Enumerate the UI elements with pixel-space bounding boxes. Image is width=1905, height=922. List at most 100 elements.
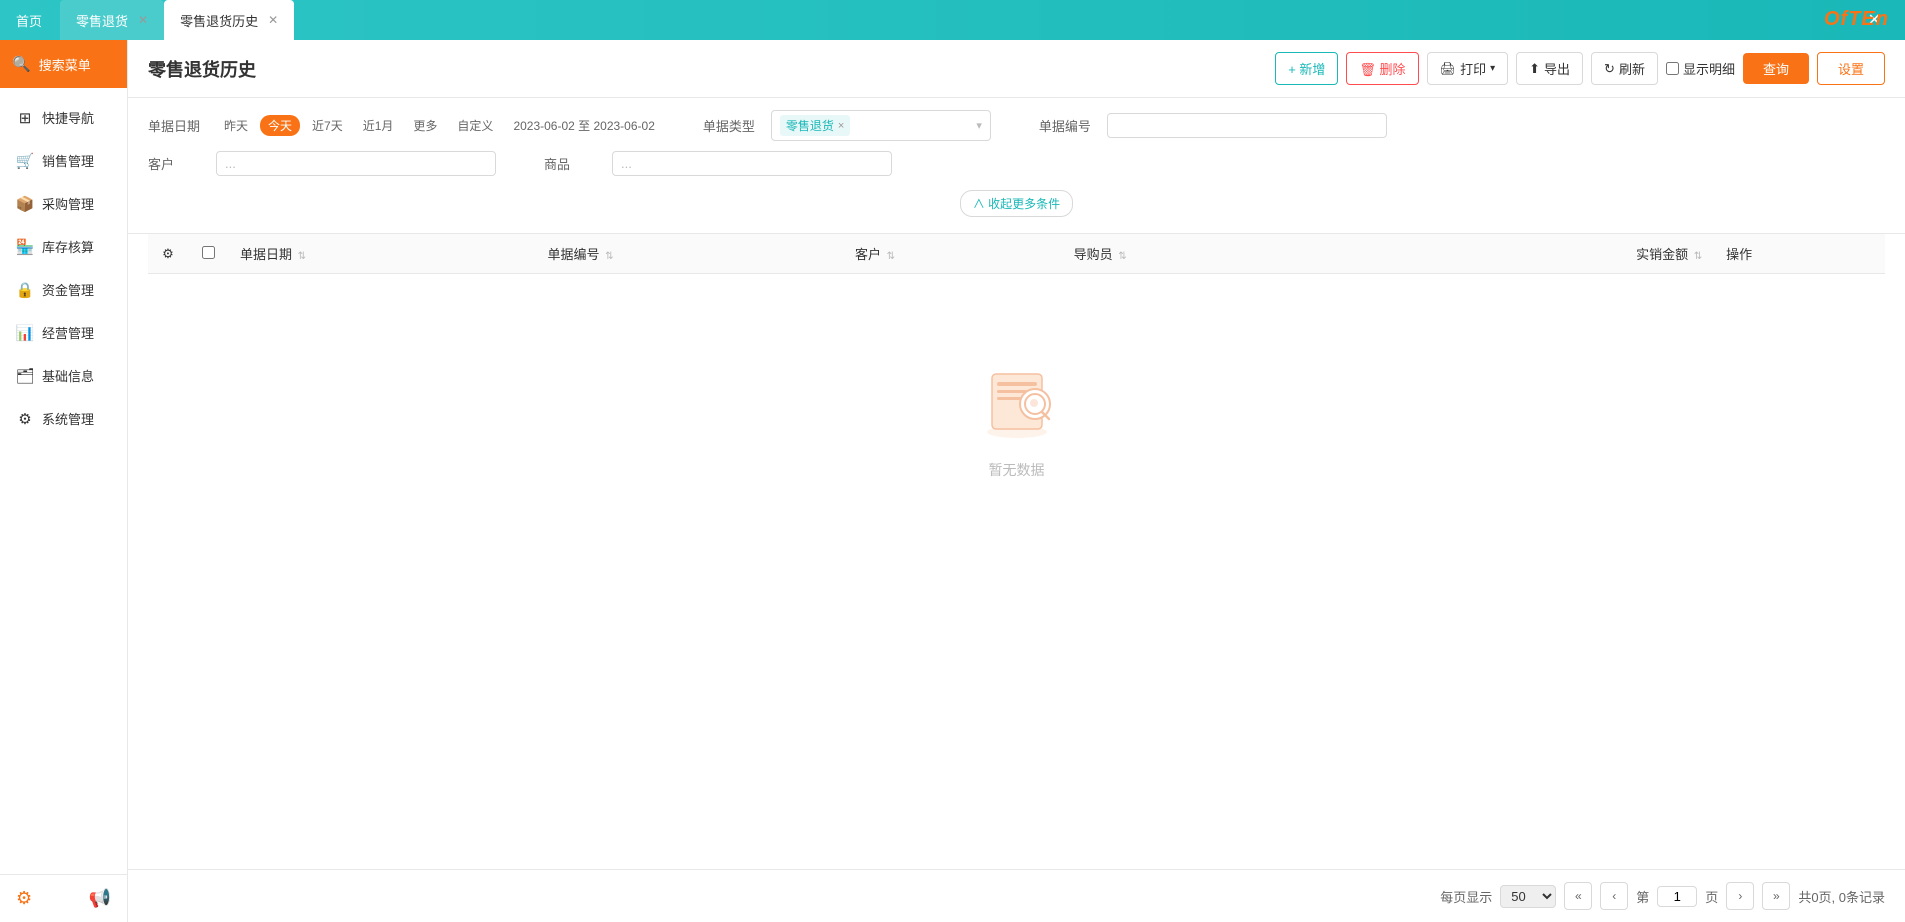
sidebar: 🔍 搜索菜单 ⊞ 快捷导航 🛒 销售管理 📦 采购管理 🏪 库存核算 🔒 bbox=[0, 40, 128, 922]
sidebar-item-inventory[interactable]: 🏪 库存核算 bbox=[0, 225, 127, 268]
th-date: 单据日期 ⇅ bbox=[228, 234, 535, 274]
sidebar-search[interactable]: 🔍 搜索菜单 bbox=[0, 40, 127, 88]
th-settings[interactable]: ⚙ bbox=[148, 234, 188, 274]
th-date-label: 单据日期 bbox=[240, 247, 292, 262]
tab-retail-return-history-close[interactable]: ✕ bbox=[268, 13, 278, 27]
search-icon: 🔍 bbox=[12, 55, 31, 73]
page-number-input[interactable] bbox=[1657, 886, 1697, 907]
data-table: ⚙ 单据日期 ⇅ 单据编号 ⇅ bbox=[148, 234, 1885, 274]
sidebar-nav: ⊞ 快捷导航 🛒 销售管理 📦 采购管理 🏪 库存核算 🔒 资金管理 📊 bbox=[0, 88, 127, 874]
print-chevron-icon: ▾ bbox=[1490, 63, 1495, 74]
page-size-select[interactable]: 50 10 20 100 bbox=[1500, 885, 1556, 908]
last-page-button[interactable]: » bbox=[1762, 882, 1790, 910]
date-filter-label: 单据日期 bbox=[148, 116, 208, 135]
sidebar-item-ops-mgmt[interactable]: 📊 经营管理 bbox=[0, 311, 127, 354]
sidebar-item-basic-info[interactable]: 🗂 基础信息 bbox=[0, 354, 127, 397]
sidebar-item-sales-label: 销售管理 bbox=[42, 151, 94, 170]
sidebar-item-sys-mgmt[interactable]: ⚙ 系统管理 bbox=[0, 397, 127, 440]
tab-retail-return-history[interactable]: 零售退货历史 ✕ bbox=[164, 0, 294, 40]
tab-retail-return-label: 零售退货 bbox=[76, 11, 128, 30]
th-amount: 实销金额 ⇅ bbox=[1407, 234, 1714, 274]
query-button[interactable]: 查询 bbox=[1743, 53, 1809, 84]
number-filter-label: 单据编号 bbox=[1039, 116, 1099, 135]
customer-filter-input[interactable]: ... bbox=[216, 151, 496, 176]
sidebar-search-label: 搜索菜单 bbox=[39, 55, 91, 74]
tab-retail-return-history-label: 零售退货历史 bbox=[180, 11, 258, 30]
th-checkbox[interactable] bbox=[188, 234, 228, 274]
sidebar-item-fund-mgmt[interactable]: 🔒 资金管理 bbox=[0, 268, 127, 311]
settings-button[interactable]: 设置 bbox=[1817, 52, 1885, 85]
number-filter-input[interactable] bbox=[1107, 113, 1387, 138]
tab-retail-return[interactable]: 零售退货 ✕ bbox=[60, 0, 164, 40]
new-button[interactable]: + 新增 bbox=[1275, 52, 1338, 85]
main-layout: 🔍 搜索菜单 ⊞ 快捷导航 🛒 销售管理 📦 采购管理 🏪 库存核算 🔒 bbox=[0, 40, 1905, 922]
date-shortcut-today[interactable]: 今天 bbox=[260, 115, 300, 136]
print-button[interactable]: 🖨 打印 ▾ bbox=[1427, 52, 1509, 85]
th-number-sort-icon[interactable]: ⇅ bbox=[605, 251, 613, 262]
th-spacer bbox=[1325, 234, 1407, 274]
filter-row-customer: 客户 ... 商品 ... bbox=[148, 151, 1885, 176]
refresh-button[interactable]: ↻ 刷新 bbox=[1591, 52, 1658, 85]
table-area: ⚙ 单据日期 ⇅ 单据编号 ⇅ bbox=[128, 234, 1905, 869]
type-select-chevron-icon: ▾ bbox=[976, 119, 982, 132]
sidebar-item-quick-nav[interactable]: ⊞ 快捷导航 bbox=[0, 96, 127, 139]
customer-filter-label: 客户 bbox=[148, 154, 208, 173]
sales-icon: 🛒 bbox=[16, 152, 34, 170]
date-shortcut-yesterday[interactable]: 昨天 bbox=[216, 115, 256, 136]
next-page-button[interactable]: › bbox=[1726, 882, 1754, 910]
export-icon: ⬆ bbox=[1529, 61, 1540, 77]
speaker-icon[interactable]: 📢 bbox=[89, 888, 111, 909]
select-all-checkbox[interactable] bbox=[202, 246, 215, 259]
tab-home[interactable]: 首页 bbox=[0, 0, 58, 40]
date-shortcut-1month[interactable]: 近1月 bbox=[355, 115, 402, 136]
customer-filter-ellipsis: ... bbox=[225, 156, 236, 171]
prev-page-button[interactable]: ‹ bbox=[1600, 882, 1628, 910]
sidebar-item-quick-nav-label: 快捷导航 bbox=[42, 108, 94, 127]
display-detail-checkbox[interactable] bbox=[1666, 62, 1679, 75]
sidebar-item-sales-mgmt[interactable]: 🛒 销售管理 bbox=[0, 139, 127, 182]
th-guide-sort-icon[interactable]: ⇅ bbox=[1118, 251, 1126, 262]
type-tag-close[interactable]: × bbox=[838, 120, 844, 132]
sidebar-item-purchase-mgmt[interactable]: 📦 采购管理 bbox=[0, 182, 127, 225]
th-date-sort-icon[interactable]: ⇅ bbox=[298, 251, 306, 262]
export-label: 导出 bbox=[1544, 59, 1570, 78]
sidebar-item-purchase-label: 采购管理 bbox=[42, 194, 94, 213]
column-settings-icon[interactable]: ⚙ bbox=[162, 246, 174, 261]
pagination-bar: 每页显示 50 10 20 100 « ‹ 第 页 › » 共0页, 0条记录 bbox=[128, 869, 1905, 922]
first-page-button[interactable]: « bbox=[1564, 882, 1592, 910]
print-icon: 🖨 bbox=[1440, 61, 1457, 77]
type-filter-select[interactable]: 零售退货 × ▾ bbox=[771, 110, 991, 141]
th-operation-label: 操作 bbox=[1726, 247, 1752, 262]
empty-illustration bbox=[967, 354, 1067, 444]
tab-retail-return-close[interactable]: ✕ bbox=[138, 13, 148, 27]
date-shortcut-custom[interactable]: 自定义 bbox=[449, 115, 501, 136]
collapse-filter-button[interactable]: ∧ 收起更多条件 bbox=[960, 190, 1073, 217]
th-amount-sort-icon[interactable]: ⇅ bbox=[1694, 251, 1702, 262]
delete-button[interactable]: 🗑 删除 bbox=[1346, 52, 1418, 85]
print-label: 打印 bbox=[1460, 59, 1486, 78]
inventory-icon: 🏪 bbox=[16, 238, 34, 256]
goods-filter-label: 商品 bbox=[544, 154, 604, 173]
expand-collapse-row: ∧ 收起更多条件 bbox=[148, 186, 1885, 221]
date-range-display: 2023-06-02 至 2023-06-02 bbox=[513, 117, 654, 134]
refresh-icon: ↻ bbox=[1604, 61, 1615, 77]
goods-filter-input[interactable]: ... bbox=[612, 151, 892, 176]
goods-filter-ellipsis: ... bbox=[621, 156, 632, 171]
filter-area: 单据日期 昨天 今天 近7天 近1月 更多 自定义 2023-06-02 至 2… bbox=[128, 98, 1905, 234]
date-shortcut-more[interactable]: 更多 bbox=[405, 115, 445, 136]
top-bar-right: OfTEn ✕ bbox=[1860, 6, 1905, 34]
th-customer-sort-icon[interactable]: ⇅ bbox=[887, 251, 895, 262]
purchase-icon: 📦 bbox=[16, 195, 34, 213]
empty-text: 暂无数据 bbox=[989, 460, 1045, 480]
th-customer-label: 客户 bbox=[855, 247, 881, 262]
type-filter-tags: 零售退货 × bbox=[780, 115, 850, 136]
display-detail-checkbox-label[interactable]: 显示明细 bbox=[1666, 59, 1735, 78]
sidebar-footer: ⚙ 📢 bbox=[0, 874, 127, 922]
export-button[interactable]: ⬆ 导出 bbox=[1516, 52, 1583, 85]
th-amount-label: 实销金额 bbox=[1636, 247, 1688, 262]
sidebar-item-ops-label: 经营管理 bbox=[42, 323, 94, 342]
date-shortcut-7days[interactable]: 近7天 bbox=[304, 115, 351, 136]
th-guide-label: 导购员 bbox=[1074, 247, 1113, 262]
settings-gear-icon[interactable]: ⚙ bbox=[16, 888, 32, 909]
date-shortcuts: 昨天 今天 近7天 近1月 更多 自定义 bbox=[216, 115, 501, 136]
